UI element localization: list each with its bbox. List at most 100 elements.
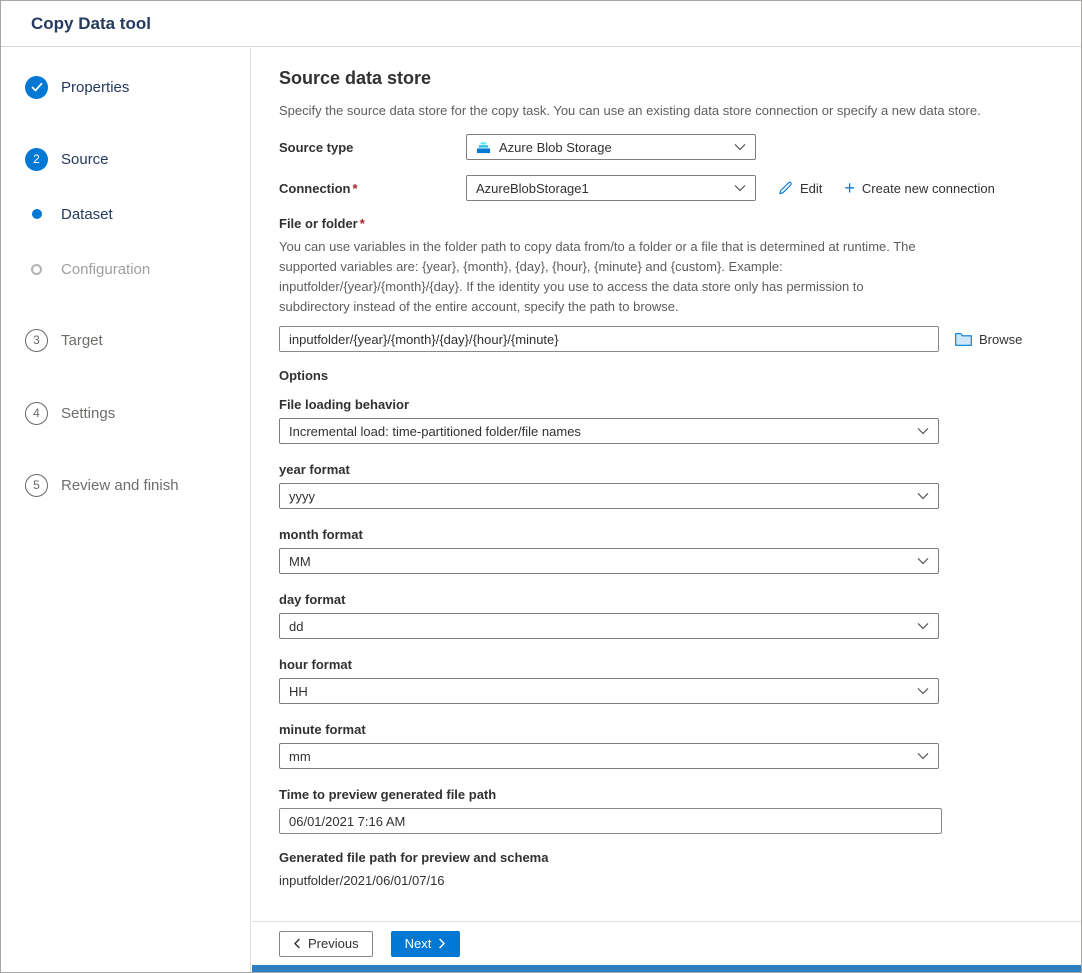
wizard-stepper: Properties 2 Source Dataset Configuratio… bbox=[1, 48, 251, 972]
chevron-down-icon bbox=[734, 143, 746, 151]
connection-label: Connection* bbox=[279, 181, 466, 196]
hour-format-label: hour format bbox=[279, 657, 1081, 672]
day-format-label: day format bbox=[279, 592, 1081, 607]
source-type-label: Source type bbox=[279, 140, 466, 155]
substep-label-configuration: Configuration bbox=[61, 261, 150, 278]
options-heading: Options bbox=[279, 368, 1081, 383]
source-type-value: Azure Blob Storage bbox=[499, 140, 726, 155]
chevron-down-icon bbox=[917, 492, 929, 500]
day-format-dropdown[interactable]: dd bbox=[279, 613, 939, 639]
file-loading-behavior-group: File loading behavior Incremental load: … bbox=[279, 397, 1081, 444]
substep-dataset[interactable]: Dataset bbox=[25, 202, 113, 226]
minute-format-label: minute format bbox=[279, 722, 1081, 737]
connection-row: Connection* AzureBlobStorage1 Edit + Cre… bbox=[279, 175, 1081, 201]
step-number-circle: 4 bbox=[25, 402, 48, 425]
substep-dot-wrap bbox=[25, 209, 48, 219]
substep-label-dataset: Dataset bbox=[61, 206, 113, 223]
step-settings[interactable]: 4 Settings bbox=[25, 401, 115, 425]
pencil-icon bbox=[778, 181, 793, 196]
substep-configuration[interactable]: Configuration bbox=[25, 257, 150, 281]
step-properties[interactable]: Properties bbox=[25, 75, 129, 99]
wizard-footer: Previous Next bbox=[252, 921, 1081, 965]
chevron-down-icon bbox=[917, 752, 929, 760]
time-preview-input[interactable] bbox=[279, 808, 942, 834]
file-loading-behavior-value: Incremental load: time-partitioned folde… bbox=[289, 424, 909, 439]
file-loading-behavior-label: File loading behavior bbox=[279, 397, 1081, 412]
step-complete-circle bbox=[25, 76, 48, 99]
chevron-down-icon bbox=[917, 427, 929, 435]
active-substep-dot bbox=[32, 209, 42, 219]
step-label-review: Review and finish bbox=[61, 477, 179, 494]
file-or-folder-help-text: You can use variables in the folder path… bbox=[279, 237, 919, 317]
browse-label: Browse bbox=[979, 332, 1022, 347]
chevron-down-icon bbox=[917, 622, 929, 630]
plus-icon: + bbox=[844, 179, 855, 197]
source-type-dropdown[interactable]: Azure Blob Storage bbox=[466, 134, 756, 160]
create-new-connection-link[interactable]: + Create new connection bbox=[844, 179, 995, 197]
folder-icon bbox=[955, 333, 972, 346]
step-number-circle: 3 bbox=[25, 329, 48, 352]
chevron-left-icon bbox=[293, 938, 301, 949]
file-or-folder-input[interactable] bbox=[279, 326, 939, 352]
generated-path-label: Generated file path for preview and sche… bbox=[279, 850, 1081, 865]
next-button[interactable]: Next bbox=[391, 931, 461, 957]
minute-format-dropdown[interactable]: mm bbox=[279, 743, 939, 769]
page-title: Copy Data tool bbox=[31, 14, 151, 34]
year-format-label: year format bbox=[279, 462, 1081, 477]
day-format-value: dd bbox=[289, 619, 909, 634]
time-preview-group: Time to preview generated file path bbox=[279, 787, 1081, 834]
year-format-group: year format yyyy bbox=[279, 462, 1081, 509]
month-format-dropdown[interactable]: MM bbox=[279, 548, 939, 574]
substep-dot-wrap bbox=[25, 264, 48, 275]
year-format-value: yyyy bbox=[289, 489, 909, 504]
next-button-label: Next bbox=[405, 936, 432, 951]
month-format-label: month format bbox=[279, 527, 1081, 542]
section-description: Specify the source data store for the co… bbox=[279, 103, 1081, 118]
previous-button-label: Previous bbox=[308, 936, 359, 951]
file-or-folder-label: File or folder* bbox=[279, 216, 1081, 231]
browse-button[interactable]: Browse bbox=[955, 332, 1022, 347]
step-target[interactable]: 3 Target bbox=[25, 328, 103, 352]
chevron-right-icon bbox=[438, 938, 446, 949]
connection-dropdown[interactable]: AzureBlobStorage1 bbox=[466, 175, 756, 201]
step-label-properties: Properties bbox=[61, 79, 129, 96]
chevron-down-icon bbox=[917, 687, 929, 695]
hour-format-group: hour format HH bbox=[279, 657, 1081, 704]
chevron-down-icon bbox=[917, 557, 929, 565]
file-or-folder-input-row: Browse bbox=[279, 326, 1081, 352]
step-source[interactable]: 2 Source bbox=[25, 147, 109, 171]
step-label-target: Target bbox=[61, 332, 103, 349]
header: Copy Data tool bbox=[1, 1, 1081, 47]
step-label-source: Source bbox=[61, 151, 109, 168]
azure-blob-storage-icon bbox=[476, 140, 491, 155]
required-asterisk: * bbox=[353, 181, 358, 196]
generated-path-value: inputfolder/2021/06/01/07/16 bbox=[279, 873, 1081, 888]
file-loading-behavior-dropdown[interactable]: Incremental load: time-partitioned folde… bbox=[279, 418, 939, 444]
step-number-circle: 5 bbox=[25, 474, 48, 497]
time-preview-label: Time to preview generated file path bbox=[279, 787, 1081, 802]
hour-format-dropdown[interactable]: HH bbox=[279, 678, 939, 704]
section-title: Source data store bbox=[279, 68, 1081, 89]
main-content: Source data store Specify the source dat… bbox=[252, 48, 1081, 921]
step-label-settings: Settings bbox=[61, 405, 115, 422]
day-format-group: day format dd bbox=[279, 592, 1081, 639]
create-link-label: Create new connection bbox=[862, 181, 995, 196]
source-type-row: Source type Azure Blob Storage bbox=[279, 134, 1081, 160]
step-review-and-finish[interactable]: 5 Review and finish bbox=[25, 473, 179, 497]
check-icon bbox=[31, 82, 43, 92]
copy-data-tool-window: Copy Data tool Properties 2 Source Datas… bbox=[0, 0, 1082, 973]
edit-link-label: Edit bbox=[800, 181, 822, 196]
pending-substep-dot bbox=[31, 264, 42, 275]
month-format-group: month format MM bbox=[279, 527, 1081, 574]
step-number-circle: 2 bbox=[25, 148, 48, 171]
previous-button[interactable]: Previous bbox=[279, 931, 373, 957]
year-format-dropdown[interactable]: yyyy bbox=[279, 483, 939, 509]
minute-format-group: minute format mm bbox=[279, 722, 1081, 769]
bottom-accent-bar bbox=[252, 965, 1081, 972]
required-asterisk: * bbox=[360, 216, 365, 231]
chevron-down-icon bbox=[734, 184, 746, 192]
edit-connection-link[interactable]: Edit bbox=[778, 181, 822, 196]
connection-value: AzureBlobStorage1 bbox=[476, 181, 726, 196]
month-format-value: MM bbox=[289, 554, 909, 569]
minute-format-value: mm bbox=[289, 749, 909, 764]
